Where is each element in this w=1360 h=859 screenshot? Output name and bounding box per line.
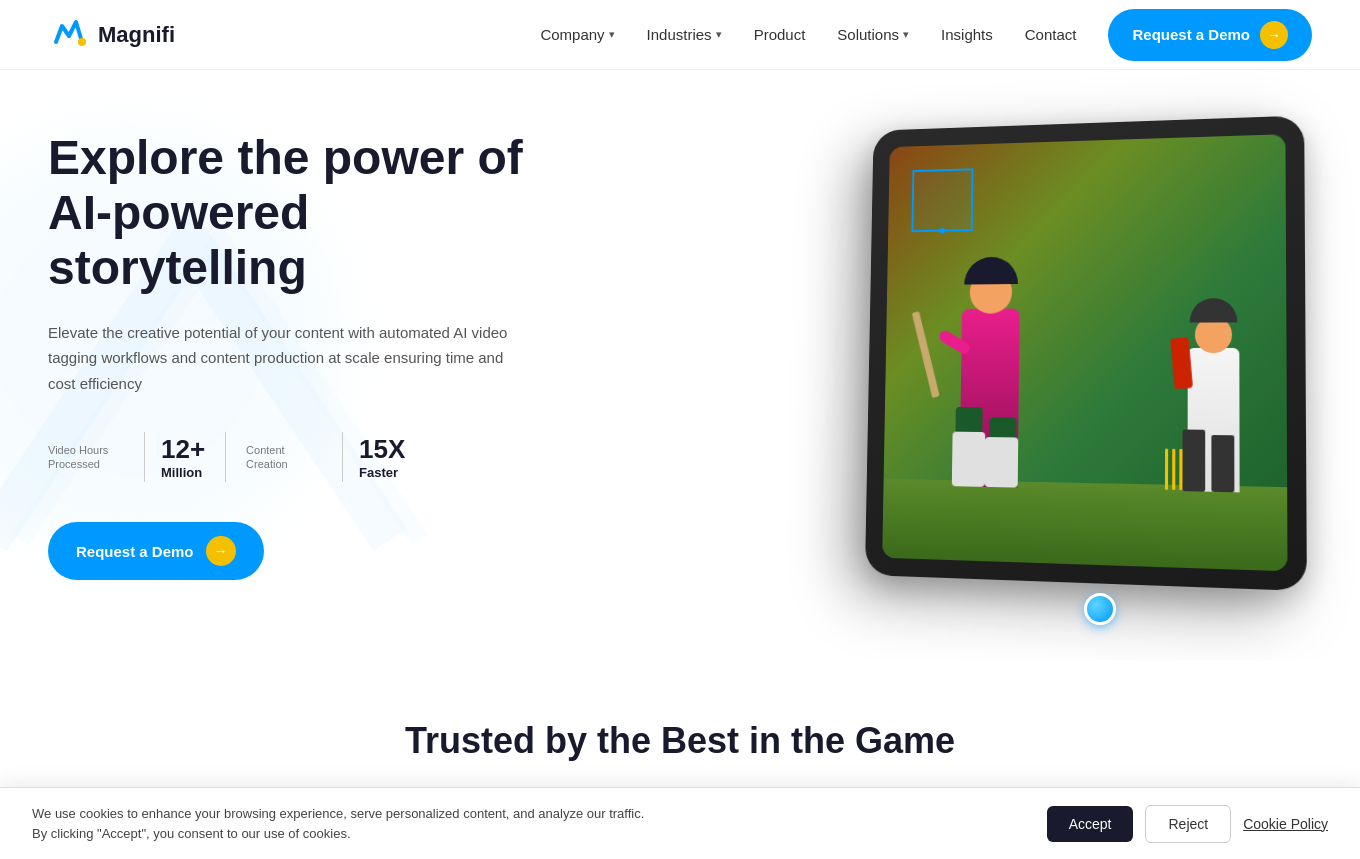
ai-box-corner-bl [911, 222, 920, 232]
navigation: Magnifi Company ▾ Industries ▾ Product S… [0, 0, 1360, 70]
tablet-mockup [860, 120, 1360, 610]
ai-detection-box [911, 168, 973, 232]
stump-1 [1165, 449, 1168, 490]
hero-image-area [810, 120, 1360, 640]
hero-stat-content-value: 15X Faster [359, 434, 405, 480]
ai-box-corner-tl [912, 170, 921, 180]
carousel-dot[interactable] [1084, 593, 1116, 625]
cookie-banner: We use cookies to enhance your browsing … [0, 787, 1360, 859]
trusted-title: Trusted by the Best in the Game [48, 720, 1312, 762]
ai-box-corner-tr [964, 168, 974, 178]
ai-box-corner-br [963, 221, 973, 231]
hero-content: Explore the power of AI-powered storytel… [48, 130, 523, 580]
cricket-background [882, 134, 1287, 571]
hero-stat-content: Content Creation [246, 443, 326, 472]
chevron-down-icon: ▾ [903, 28, 909, 41]
nav-product[interactable]: Product [754, 26, 806, 43]
logo[interactable]: Magnifi [48, 14, 175, 56]
nav-contact[interactable]: Contact [1025, 26, 1077, 43]
arrow-circle-icon: → [206, 536, 236, 566]
hero-cta-button[interactable]: Request a Demo → [48, 522, 264, 580]
nav-insights[interactable]: Insights [941, 26, 993, 43]
stat-divider-1 [144, 432, 145, 482]
cookie-reject-button[interactable]: Reject [1145, 805, 1231, 843]
cricket-player-keeper [1172, 287, 1266, 493]
cookie-policy-link[interactable]: Cookie Policy [1243, 816, 1328, 832]
hero-subtitle: Elevate the creative potential of your c… [48, 320, 508, 397]
cookie-text: We use cookies to enhance your browsing … [32, 804, 644, 843]
nav-cta-button[interactable]: Request a Demo → [1108, 9, 1312, 61]
tablet-screen [882, 134, 1287, 571]
stat-divider-2 [225, 432, 226, 482]
hero-stat-video-value: 12+ Million [161, 434, 205, 480]
carousel-area [1084, 593, 1116, 625]
cricket-player-batsman [931, 229, 1060, 488]
nav-links: Company ▾ Industries ▾ Product Solutions… [540, 9, 1312, 61]
hero-title: Explore the power of AI-powered storytel… [48, 130, 523, 296]
chevron-down-icon: ▾ [609, 28, 615, 41]
hero-section: Explore the power of AI-powered storytel… [0, 70, 1360, 660]
nav-industries[interactable]: Industries ▾ [647, 26, 722, 43]
svg-point-0 [78, 38, 86, 46]
hero-stats: Video Hours Processed 12+ Million Conten… [48, 432, 523, 482]
arrow-circle-icon: → [1260, 21, 1288, 49]
cricket-ground [882, 479, 1287, 572]
cookie-accept-button[interactable]: Accept [1047, 806, 1134, 842]
chevron-down-icon: ▾ [716, 28, 722, 41]
hero-stat-video-hours: Video Hours Processed [48, 443, 128, 472]
nav-company[interactable]: Company ▾ [540, 26, 614, 43]
logo-text: Magnifi [98, 22, 175, 48]
stat-divider-3 [342, 432, 343, 482]
tablet-outer [865, 115, 1307, 591]
nav-solutions[interactable]: Solutions ▾ [837, 26, 909, 43]
cookie-buttons: Accept Reject Cookie Policy [1047, 805, 1328, 843]
